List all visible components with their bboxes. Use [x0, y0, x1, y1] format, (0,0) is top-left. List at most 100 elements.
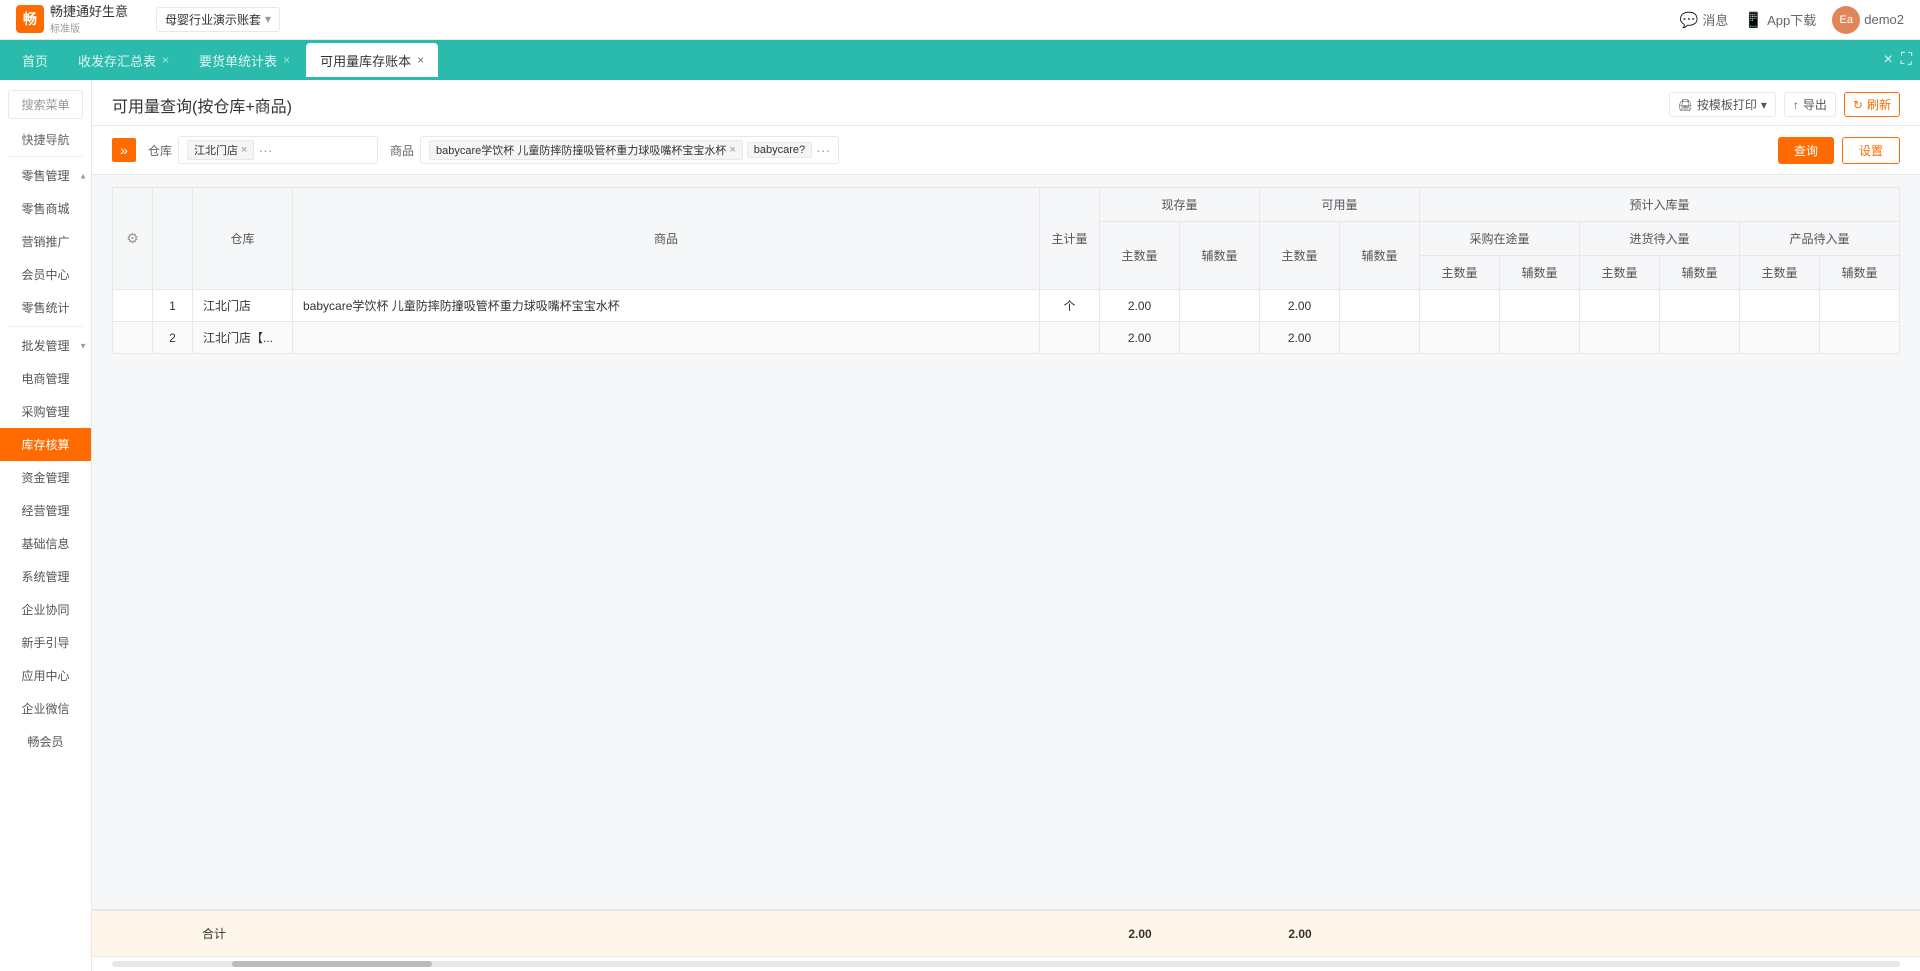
sidebar-item-ops[interactable]: 经营管理 — [0, 494, 91, 527]
sidebar-item-enterprise-collab[interactable]: 企业协同 — [0, 593, 91, 626]
scroll-bar[interactable] — [112, 961, 1900, 967]
message-btn[interactable]: 💬 消息 — [1680, 10, 1729, 29]
th-product-main: 主数量 — [1740, 256, 1820, 290]
user-profile[interactable]: Ea demo2 — [1832, 6, 1904, 34]
sidebar-item-retail-mall[interactable]: 零售商城 — [0, 192, 91, 225]
th-available-group: 可用量 — [1260, 188, 1420, 222]
sidebar-item-retail-mgmt[interactable]: 零售管理 — [0, 159, 91, 192]
sidebar-divider-2 — [8, 326, 83, 327]
th-stock-group: 现存量 — [1100, 188, 1260, 222]
page-title: 可用量查询(按仓库+商品) — [112, 93, 292, 117]
user-name: demo2 — [1864, 12, 1904, 27]
sidebar-item-app-center[interactable]: 应用中心 — [0, 659, 91, 692]
sidebar-item-wholesale[interactable]: 批发管理 — [0, 329, 91, 362]
tab-available-stock-close[interactable]: × — [417, 53, 424, 67]
th-unit: 主计量 — [1040, 188, 1100, 290]
footer-stock-aux — [1180, 919, 1260, 948]
page-actions: 🖨 按模板打印 ▾ ↑ 导出 ↻ 刷新 — [1669, 92, 1900, 117]
tab-home[interactable]: 首页 — [8, 43, 62, 77]
filter-warehouse-close[interactable]: × — [241, 144, 247, 156]
footer-settings-cell — [112, 919, 152, 948]
tab-order-stat[interactable]: 要货单统计表 × — [185, 43, 304, 77]
table-settings-icon[interactable]: ⚙ — [126, 230, 139, 246]
filter-warehouse-dots[interactable]: ··· — [258, 142, 272, 158]
tab-receive-send[interactable]: 收发存汇总表 × — [64, 43, 183, 77]
sidebar-item-marketing[interactable]: 营销推广 — [0, 225, 91, 258]
refresh-btn[interactable]: ↻ 刷新 — [1844, 92, 1900, 117]
tab-bar: 首页 收发存汇总表 × 要货单统计表 × 可用量库存账本 × × ⛶ — [0, 40, 1920, 80]
sidebar-item-new-guide[interactable]: 新手引导 — [0, 626, 91, 659]
export-label: 导出 — [1803, 96, 1827, 113]
tab-bar-expand-btn[interactable]: ⛶ — [1901, 51, 1912, 69]
filter-product-tag2: babycare? — [747, 142, 812, 158]
sidebar-item-vip-member[interactable]: 畅会员 — [0, 725, 91, 758]
th-available-aux: 辅数量 — [1340, 222, 1420, 290]
tab-available-stock[interactable]: 可用量库存账本 × — [306, 43, 438, 77]
filter-warehouse-value: 江北门店 — [194, 142, 238, 158]
tab-order-stat-close[interactable]: × — [283, 53, 290, 67]
sidebar-item-new-guide-label: 新手引导 — [21, 634, 69, 651]
tab-available-stock-label: 可用量库存账本 — [320, 51, 411, 70]
settings-btn[interactable]: 设置 — [1842, 137, 1900, 164]
scroll-thumb[interactable] — [232, 961, 432, 967]
table-area: ⚙ 仓库 商品 主计量 现存量 可用量 预计入库量 主数量 辅数量 主数量 — [92, 175, 1920, 909]
tenant-selector[interactable]: 母婴行业演示账套 ▾ — [156, 7, 280, 32]
sidebar-item-retail-stats[interactable]: 零售统计 — [0, 291, 91, 324]
scroll-bar-container — [92, 956, 1920, 971]
sidebar-item-ecommerce[interactable]: 电商管理 — [0, 362, 91, 395]
footer-label: 合计 — [192, 919, 292, 948]
export-btn[interactable]: ↑ 导出 — [1784, 92, 1836, 117]
footer-purchase-aux — [1500, 919, 1580, 948]
td-warehouse-2: 江北门店【... — [193, 322, 293, 354]
footer-seq-cell — [152, 919, 192, 948]
filter-product-close1[interactable]: × — [729, 144, 735, 156]
tab-receive-send-close[interactable]: × — [162, 53, 169, 67]
refresh-label: 刷新 — [1867, 96, 1891, 113]
sidebar-item-purchase[interactable]: 采购管理 — [0, 395, 91, 428]
td-unit-1: 个 — [1040, 290, 1100, 322]
sidebar-search-area: 搜索菜单 — [0, 80, 91, 125]
print-btn[interactable]: 🖨 按模板打印 ▾ — [1669, 92, 1776, 117]
footer-unit-cell — [1040, 919, 1100, 948]
app-download-label: App下载 — [1767, 10, 1816, 29]
tab-bar-close-btn[interactable]: × — [1883, 51, 1892, 69]
sidebar-item-basic-info[interactable]: 基础信息 — [0, 527, 91, 560]
footer-incoming-aux — [1660, 919, 1740, 948]
td-available-main-2: 2.00 — [1260, 322, 1340, 354]
th-purchase-main: 主数量 — [1420, 256, 1500, 290]
sidebar-item-marketing-label: 营销推广 — [21, 233, 69, 250]
td-product-aux-1 — [1820, 290, 1900, 322]
sidebar-item-finance[interactable]: 资金管理 — [0, 461, 91, 494]
filter-warehouse-input[interactable]: 江北门店 × ··· — [178, 136, 378, 164]
sidebar: 搜索菜单 快捷导航 零售管理 零售商城 营销推广 会员中心 零售统计 批发管理 … — [0, 80, 92, 971]
table-row: 1 江北门店 babycare学饮杯 儿童防摔防撞吸管杯重力球吸嘴杯宝宝水杯 个… — [113, 290, 1900, 322]
filter-warehouse-label: 仓库 — [148, 142, 172, 159]
query-btn[interactable]: 查询 — [1778, 137, 1834, 164]
filter-expand-btn[interactable]: » — [112, 138, 136, 162]
print-icon: 🖨 — [1678, 98, 1693, 112]
sidebar-item-member-center[interactable]: 会员中心 — [0, 258, 91, 291]
th-product-aux: 辅数量 — [1820, 256, 1900, 290]
sidebar-nav-label[interactable]: 快捷导航 — [0, 125, 91, 154]
filter-product-dots[interactable]: ··· — [816, 142, 830, 158]
tab-receive-send-label: 收发存汇总表 — [78, 51, 156, 70]
sidebar-item-enterprise-wechat[interactable]: 企业微信 — [0, 692, 91, 725]
td-product-aux-2 — [1820, 322, 1900, 354]
sidebar-item-member-label: 会员中心 — [21, 266, 69, 283]
sidebar-search-btn[interactable]: 搜索菜单 — [8, 90, 83, 119]
sidebar-item-inventory[interactable]: 库存核算 — [0, 428, 91, 461]
brand-logo: 畅 畅捷通好生意 标准版 — [16, 4, 128, 36]
th-product-pending-group: 产品待入量 — [1740, 222, 1900, 256]
tenant-dropdown-icon: ▾ — [265, 12, 271, 26]
td-product-main-2 — [1740, 322, 1820, 354]
filter-product-input[interactable]: babycare学饮杯 儿童防摔防撞吸管杯重力球吸嘴杯宝宝水杯 × babyca… — [420, 136, 839, 164]
sidebar-item-sys-mgmt[interactable]: 系统管理 — [0, 560, 91, 593]
print-dropdown-icon: ▾ — [1761, 98, 1767, 112]
td-purchase-aux-2 — [1500, 322, 1580, 354]
td-available-aux-1 — [1340, 290, 1420, 322]
filter-product-label: 商品 — [390, 142, 414, 159]
app-download-btn[interactable]: 📱 App下载 — [1744, 10, 1816, 29]
brand-icon: 畅 — [16, 5, 44, 33]
sidebar-divider-1 — [8, 156, 83, 157]
brand-line2: 标准版 — [50, 20, 128, 35]
